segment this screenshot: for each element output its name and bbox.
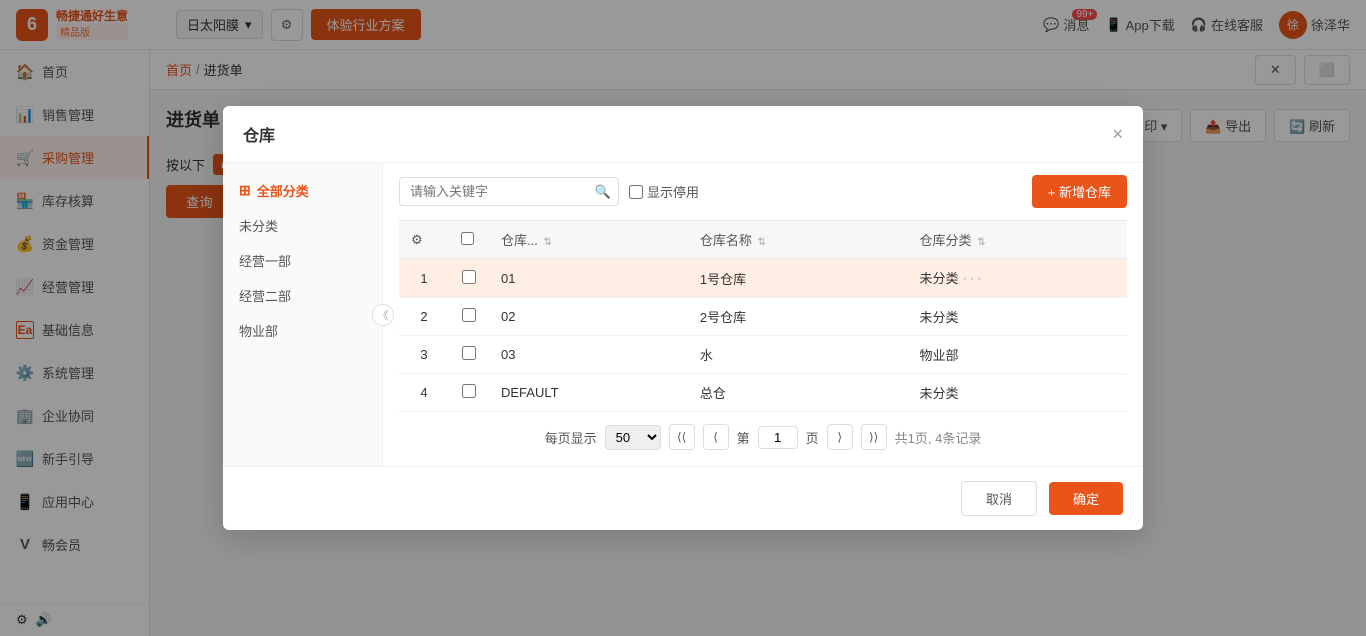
row-checkbox-cell-1[interactable] [449, 259, 489, 298]
sort-icon-code: ⇅ [543, 237, 551, 248]
table-area: 🔍 显示停用 + 新增仓库 ⚙ [383, 163, 1143, 466]
row-gear-1: 1 [399, 259, 449, 298]
row-checkbox-cell-4[interactable] [449, 374, 489, 412]
row-checkbox-2[interactable] [462, 308, 476, 322]
row-actions-1[interactable]: ··· [962, 270, 984, 287]
app-container: 6 畅捷通好生意 精品版 日太阳膜 ▾ ⚙ 体验行业方案 💬 消息 99+ 📱 … [0, 0, 1366, 636]
show-disabled-checkbox[interactable] [629, 185, 643, 199]
th-code-label: 仓库... [501, 233, 538, 248]
row-code-4: DEFAULT [489, 374, 688, 412]
row-gear-3: 3 [399, 336, 449, 374]
cat-label-property: 物业部 [239, 321, 278, 340]
cat-label-all: 全部分类 [257, 181, 309, 200]
th-category-label: 仓库分类 [919, 233, 971, 248]
cat-item-dept2[interactable]: 经营二部 [223, 278, 382, 313]
search-input[interactable] [399, 177, 619, 206]
first-page-button[interactable]: ⟨⟨ [669, 424, 695, 450]
page-label: 第 [737, 428, 750, 447]
row-category-4: 未分类 [907, 374, 1127, 412]
row-checkbox-1[interactable] [462, 270, 476, 284]
page-suffix: 页 [806, 428, 819, 447]
th-gear: ⚙ [399, 221, 449, 259]
cat-label-dept2: 经营二部 [239, 286, 291, 305]
cancel-button[interactable]: 取消 [961, 481, 1037, 516]
warehouse-modal: 仓库 × ⊞ 全部分类 《 未分类 经营一部 [223, 106, 1143, 530]
th-name-label: 仓库名称 [700, 233, 752, 248]
row-code-1: 01 [489, 259, 688, 298]
pagination: 每页显示 50 20 100 ⟨⟨ ⟨ 第 页 ⟩ ⟩⟩ 共1页, 4 [399, 412, 1127, 454]
row-category-3: 物业部 [907, 336, 1127, 374]
warehouse-table: ⚙ 仓库... ⇅ 仓库名称 ⇅ [399, 220, 1127, 412]
sort-icon-name: ⇅ [758, 237, 766, 248]
cat-item-all[interactable]: ⊞ 全部分类 [223, 173, 382, 208]
row-name-4: 总仓 [688, 374, 908, 412]
row-name-1: 1号仓库 [688, 259, 908, 298]
per-page-label: 每页显示 [545, 428, 597, 447]
prev-page-button[interactable]: ⟨ [703, 424, 729, 450]
th-checkbox [449, 221, 489, 259]
table-header: ⚙ 仓库... ⇅ 仓库名称 ⇅ [399, 221, 1127, 259]
per-page-select[interactable]: 50 20 100 [605, 425, 661, 450]
select-all-checkbox[interactable] [461, 232, 474, 245]
modal-header: 仓库 × [223, 106, 1143, 163]
row-checkbox-4[interactable] [462, 384, 476, 398]
page-number-input[interactable] [758, 426, 798, 449]
category-sidebar: ⊞ 全部分类 《 未分类 经营一部 经营二部 物业部 [223, 163, 383, 466]
cat-label-dept1: 经营一部 [239, 251, 291, 270]
show-disabled-option: 显示停用 [629, 182, 699, 201]
modal-title: 仓库 [243, 122, 275, 146]
row-checkbox-cell-2[interactable] [449, 298, 489, 336]
last-page-button[interactable]: ⟩⟩ [861, 424, 887, 450]
grid-icon: ⊞ [239, 182, 251, 199]
th-name: 仓库名称 ⇅ [688, 221, 908, 259]
table-row[interactable]: 2 02 2号仓库 未分类 [399, 298, 1127, 336]
row-gear-4: 4 [399, 374, 449, 412]
cat-item-dept1[interactable]: 经营一部 [223, 243, 382, 278]
modal-close-button[interactable]: × [1112, 124, 1123, 145]
row-checkbox-3[interactable] [462, 346, 476, 360]
table-toolbar: 🔍 显示停用 + 新增仓库 [399, 175, 1127, 208]
table-row[interactable]: 1 01 1号仓库 未分类 ··· [399, 259, 1127, 298]
row-category-1: 未分类 ··· [907, 259, 1127, 298]
table-scroll-area: ⚙ 仓库... ⇅ 仓库名称 ⇅ [399, 220, 1127, 412]
search-input-wrap: 🔍 [399, 177, 619, 206]
add-warehouse-button[interactable]: + 新增仓库 [1032, 175, 1127, 208]
row-checkbox-cell-3[interactable] [449, 336, 489, 374]
table-row[interactable]: 4 DEFAULT 总仓 未分类 [399, 374, 1127, 412]
row-category-2: 未分类 [907, 298, 1127, 336]
row-gear-2: 2 [399, 298, 449, 336]
show-disabled-label: 显示停用 [647, 182, 699, 201]
cat-item-property[interactable]: 物业部 [223, 313, 382, 348]
cat-collapse-button[interactable]: 《 [372, 304, 394, 326]
cat-label-uncategorized: 未分类 [239, 216, 278, 235]
sort-icon-category: ⇅ [977, 237, 985, 248]
modal-overlay[interactable]: 仓库 × ⊞ 全部分类 《 未分类 经营一部 [0, 0, 1366, 636]
th-category: 仓库分类 ⇅ [907, 221, 1127, 259]
row-name-3: 水 [688, 336, 908, 374]
modal-footer: 取消 确定 [223, 466, 1143, 530]
row-code-2: 02 [489, 298, 688, 336]
table-body: 1 01 1号仓库 未分类 ··· 2 0 [399, 259, 1127, 412]
row-name-2: 2号仓库 [688, 298, 908, 336]
page-total: 共1页, 4条记录 [895, 428, 982, 447]
row-code-3: 03 [489, 336, 688, 374]
table-row[interactable]: 3 03 水 物业部 [399, 336, 1127, 374]
th-code: 仓库... ⇅ [489, 221, 688, 259]
next-page-button[interactable]: ⟩ [827, 424, 853, 450]
modal-body: ⊞ 全部分类 《 未分类 经营一部 经营二部 物业部 [223, 163, 1143, 466]
confirm-button[interactable]: 确定 [1049, 482, 1123, 515]
search-icon[interactable]: 🔍 [595, 184, 611, 200]
cat-item-uncategorized[interactable]: 未分类 [223, 208, 382, 243]
